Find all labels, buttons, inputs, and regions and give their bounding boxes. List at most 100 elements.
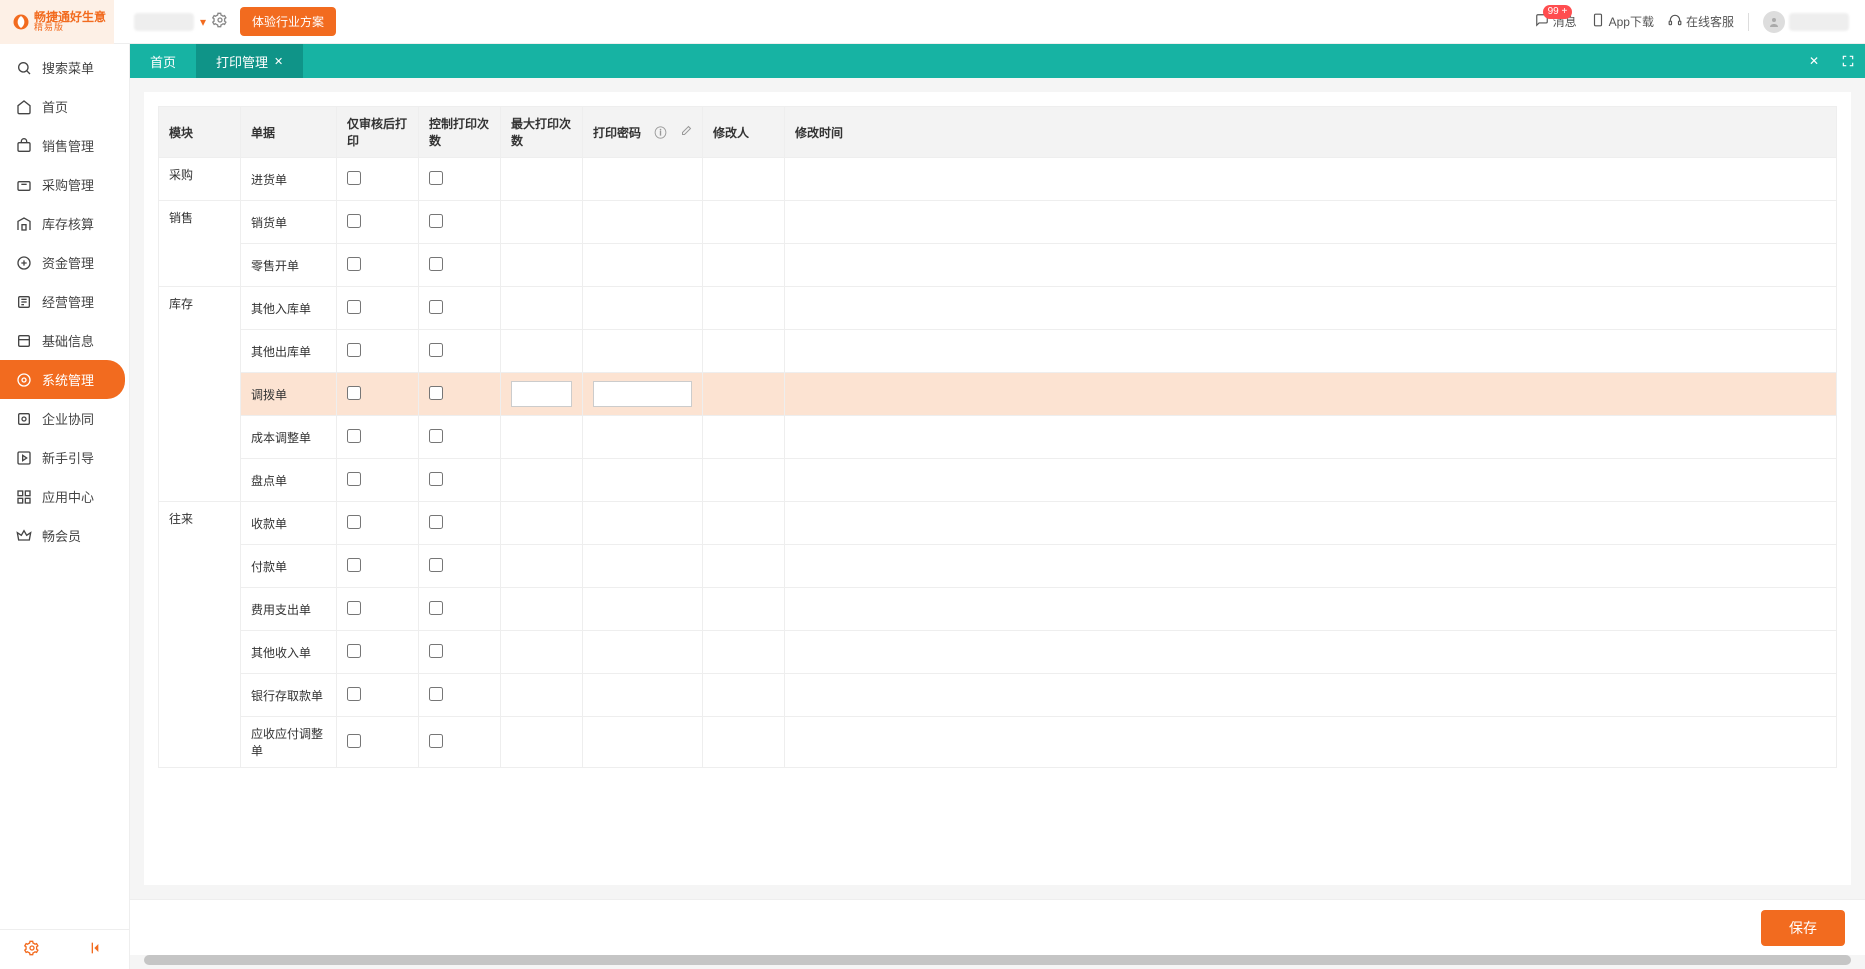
control-times-checkbox[interactable] (429, 386, 443, 400)
only-after-audit-checkbox[interactable] (347, 214, 361, 228)
max-times-input[interactable] (511, 252, 572, 278)
only-after-audit-checkbox[interactable] (347, 429, 361, 443)
control-times-checkbox[interactable] (429, 257, 443, 271)
sidebar-item-vip[interactable]: 畅会员 (0, 516, 129, 555)
print-pwd-input[interactable] (593, 510, 692, 536)
only-after-audit-checkbox[interactable] (347, 687, 361, 701)
edit-column-icon[interactable] (680, 125, 692, 140)
phone-icon (1591, 13, 1605, 30)
only-after-audit-checkbox[interactable] (347, 515, 361, 529)
only-after-audit-checkbox[interactable] (347, 601, 361, 615)
sidebar-item-home[interactable]: 首页 (0, 87, 129, 126)
control-times-checkbox[interactable] (429, 687, 443, 701)
max-times-input[interactable] (511, 338, 572, 364)
only-after-audit-checkbox[interactable] (347, 171, 361, 185)
print-pwd-input[interactable] (593, 381, 692, 407)
sidebar-item-coop[interactable]: 企业协同 (0, 399, 129, 438)
max-times-input[interactable] (511, 381, 572, 407)
industry-plan-button[interactable]: 体验行业方案 (240, 7, 336, 36)
org-selector[interactable]: —— ▾ (134, 13, 206, 31)
control-times-checkbox[interactable] (429, 300, 443, 314)
tab-close-all-button[interactable]: ✕ (1797, 44, 1831, 78)
messages-button[interactable]: 99 + 消息 (1535, 13, 1577, 30)
max-times-input[interactable] (511, 209, 572, 235)
sidebar-item-basic[interactable]: 基础信息 (0, 321, 129, 360)
max-times-input[interactable] (511, 639, 572, 665)
sidebar-item-operation[interactable]: 经营管理 (0, 282, 129, 321)
cell-print-pwd (583, 674, 703, 717)
print-pwd-input[interactable] (593, 166, 692, 192)
print-pwd-input[interactable] (593, 467, 692, 493)
control-times-checkbox[interactable] (429, 343, 443, 357)
save-button[interactable]: 保存 (1761, 910, 1845, 946)
max-times-input[interactable] (511, 467, 572, 493)
sidebar-item-funds[interactable]: 资金管理 (0, 243, 129, 282)
only-after-audit-checkbox[interactable] (347, 734, 361, 748)
only-after-audit-checkbox[interactable] (347, 644, 361, 658)
close-icon[interactable]: ✕ (274, 55, 283, 68)
print-pwd-input[interactable] (593, 639, 692, 665)
only-after-audit-checkbox[interactable] (347, 257, 361, 271)
print-pwd-input[interactable] (593, 682, 692, 708)
max-times-input[interactable] (511, 166, 572, 192)
control-times-checkbox[interactable] (429, 558, 443, 572)
cell-control-times (419, 201, 501, 244)
max-times-input[interactable] (511, 553, 572, 579)
sidebar-item-appcenter[interactable]: 应用中心 (0, 477, 129, 516)
tab-0[interactable]: 首页 (130, 44, 196, 78)
only-after-audit-checkbox[interactable] (347, 343, 361, 357)
cell-modifier (703, 287, 785, 330)
only-after-audit-checkbox[interactable] (347, 558, 361, 572)
control-times-checkbox[interactable] (429, 429, 443, 443)
only-after-audit-checkbox[interactable] (347, 472, 361, 486)
sidebar-item-sales[interactable]: 销售管理 (0, 126, 129, 165)
only-after-audit-checkbox[interactable] (347, 386, 361, 400)
cell-only-after-audit (337, 459, 419, 502)
control-times-checkbox[interactable] (429, 734, 443, 748)
print-pwd-input[interactable] (593, 295, 692, 321)
help-icon[interactable]: ⓘ (655, 124, 667, 141)
print-pwd-input[interactable] (593, 338, 692, 364)
print-pwd-input[interactable] (593, 553, 692, 579)
max-times-input[interactable] (511, 424, 572, 450)
sidebar-item-inventory[interactable]: 库存核算 (0, 204, 129, 243)
horizontal-scrollbar[interactable] (144, 955, 1851, 965)
max-times-input[interactable] (511, 682, 572, 708)
print-pwd-input[interactable] (593, 252, 692, 278)
print-pwd-input[interactable] (593, 729, 692, 755)
cell-only-after-audit (337, 244, 419, 287)
sidebar-item-purchase[interactable]: 采购管理 (0, 165, 129, 204)
control-times-checkbox[interactable] (429, 171, 443, 185)
print-pwd-input[interactable] (593, 209, 692, 235)
user-menu[interactable]: —— (1763, 11, 1849, 33)
max-times-input[interactable] (511, 295, 572, 321)
org-settings-icon[interactable] (212, 12, 228, 31)
tab-fullscreen-button[interactable] (1831, 44, 1865, 78)
control-times-checkbox[interactable] (429, 472, 443, 486)
only-after-audit-checkbox[interactable] (347, 300, 361, 314)
control-times-checkbox[interactable] (429, 214, 443, 228)
cell-max-times (501, 201, 583, 244)
control-times-checkbox[interactable] (429, 644, 443, 658)
max-times-input[interactable] (511, 596, 572, 622)
search-icon (16, 60, 32, 76)
print-pwd-input[interactable] (593, 596, 692, 622)
sidebar-item-system[interactable]: 系统管理 (0, 360, 125, 399)
cell-modifier (703, 717, 785, 768)
cell-control-times (419, 158, 501, 201)
collapse-icon[interactable] (89, 940, 105, 959)
tab-1[interactable]: 打印管理✕ (196, 44, 303, 78)
max-times-input[interactable] (511, 510, 572, 536)
cell-modified-at (785, 459, 1837, 502)
sidebar-item-newbie[interactable]: 新手引导 (0, 438, 129, 477)
control-times-checkbox[interactable] (429, 515, 443, 529)
online-service-button[interactable]: 在线客服 (1668, 13, 1734, 30)
control-times-checkbox[interactable] (429, 601, 443, 615)
cell-module: 采购 (159, 158, 241, 201)
max-times-input[interactable] (511, 729, 572, 755)
cell-modifier (703, 244, 785, 287)
settings-icon[interactable] (24, 940, 40, 959)
print-pwd-input[interactable] (593, 424, 692, 450)
sidebar-item-search[interactable]: 搜索菜单 (0, 48, 129, 87)
app-download-button[interactable]: App下载 (1591, 13, 1654, 30)
